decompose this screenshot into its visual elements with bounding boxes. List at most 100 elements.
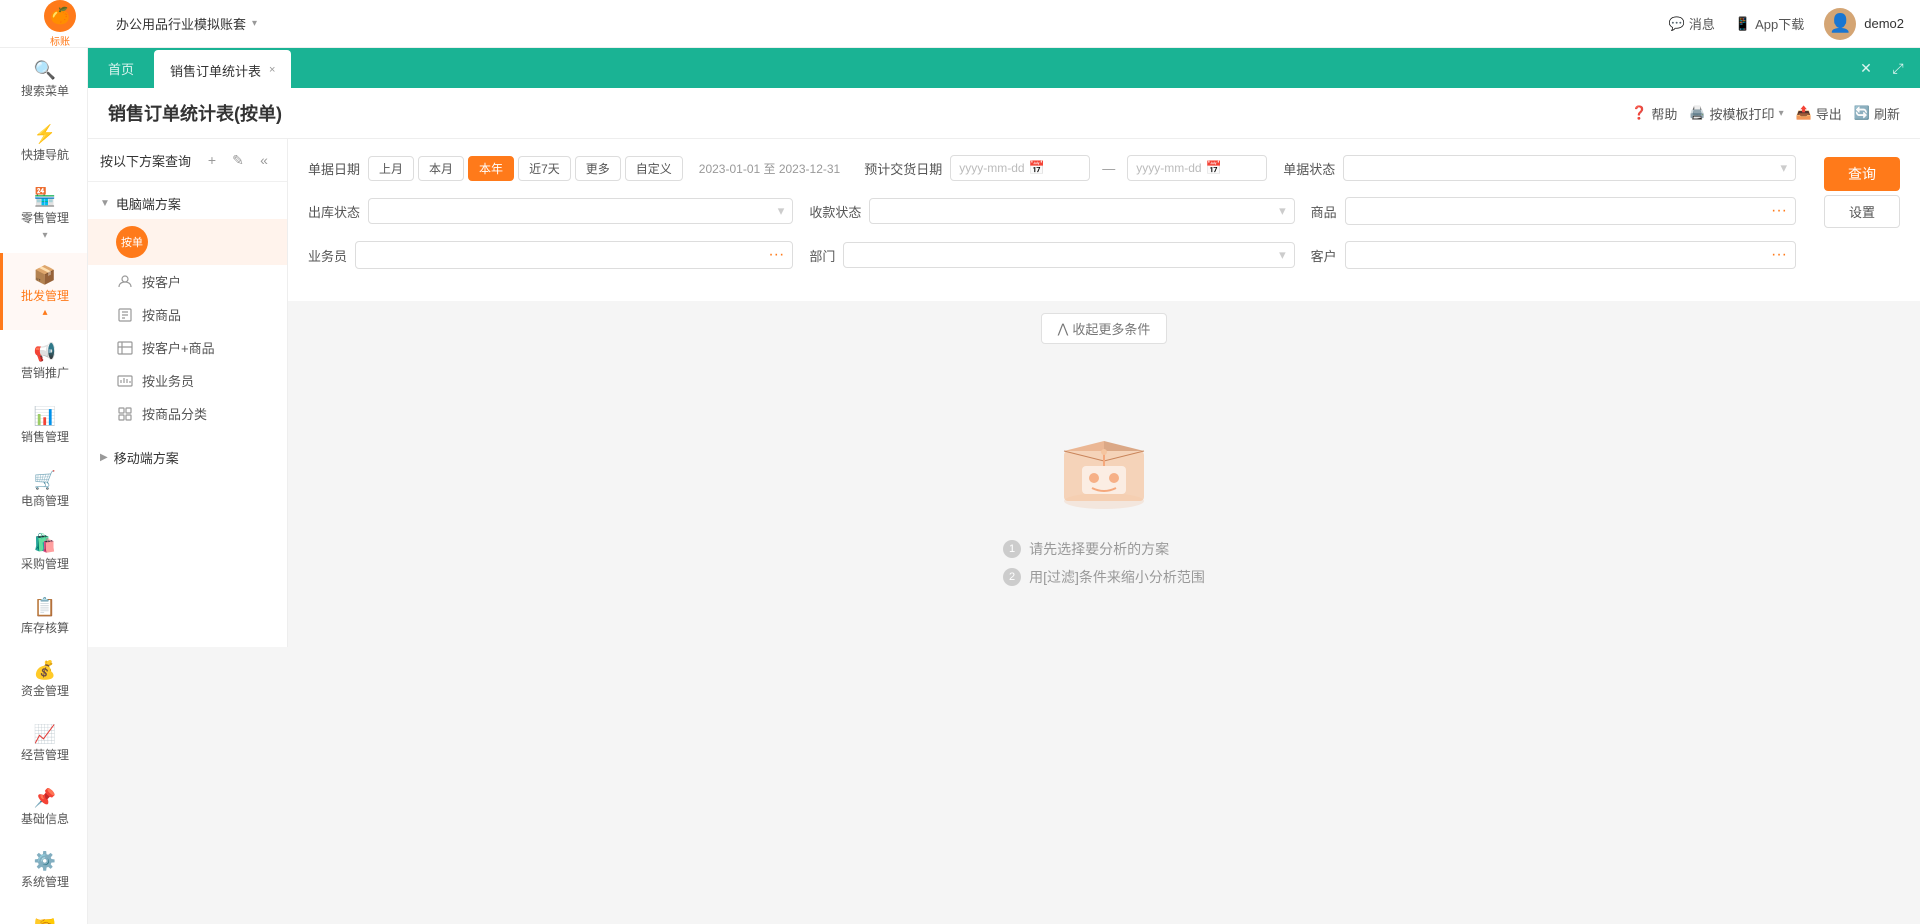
scheme-item-by-cust-prod[interactable]: 按客户+商品 [88,331,287,364]
template-print-btn[interactable]: 🖨️ 按模板打印 ▾ [1689,104,1783,123]
purchase-icon: 🛍️ [34,533,56,554]
operations-icon: 📈 [34,724,56,745]
scheme-panel-header: 按以下方案查询 + ✎ « [88,139,287,182]
message-action[interactable]: 💬 消息 [1669,14,1715,33]
filter-content: 单据日期 上月 本月 本年 近7天 更多 自定义 [288,139,1920,301]
sales-icon: 📊 [34,406,56,427]
scheme-item-by-customer[interactable]: 按客户 [88,265,287,298]
collapse-button[interactable]: ⋀ 收起更多条件 [1041,313,1168,344]
scheme-group-header-desktop[interactable]: ▼ 电脑端方案 [88,188,287,219]
sidebar-item-marketing[interactable]: 📢 营销推广 [0,330,87,394]
avatar: 👤 [1824,8,1856,40]
ship-status-select[interactable]: ▾ [368,198,793,224]
date-range-display: 2023-01-01 至 2023-12-31 [699,160,840,177]
sidebar-item-basic[interactable]: 📌 基础信息 [0,776,87,840]
triangle-icon: ▼ [100,198,110,209]
top-bar: 🍊 标账 办公用品行业模拟账套 ▾ 💬 消息 📱 App下载 👤 demo2 [0,0,1920,48]
cust-prod-scheme-icon [116,339,134,357]
date-btn-this-month[interactable]: 本月 [418,156,464,181]
expand-icon: ▾ [42,230,47,241]
help-btn[interactable]: ❓ 帮助 [1631,104,1677,123]
add-scheme-btn[interactable]: + [201,149,223,171]
tip-num-1: 1 [1003,540,1021,558]
refresh-btn[interactable]: 🔄 刷新 [1854,104,1900,123]
expected-date-start[interactable]: yyyy-mm-dd 📅 [950,155,1090,181]
empty-state: 1 请先选择要分析的方案 2 用[过滤]条件来缩小分析范围 [288,356,1920,647]
sidebar-item-ecommerce[interactable]: 🛒 电商管理 [0,458,87,522]
sidebar-item-purchase[interactable]: 🛍️ 采购管理 [0,521,87,585]
page-content: 销售订单统计表(按单) ❓ 帮助 🖨️ 按模板打印 ▾ 📤 导出 [88,88,1920,924]
edit-scheme-btn[interactable]: ✎ [227,149,249,171]
sidebar-item-enterprise[interactable]: 🤝 企业协同 [0,903,87,924]
date-btn-more[interactable]: 更多 [575,156,621,181]
tab-home[interactable]: 首页 [88,48,154,88]
sidebar-item-inventory[interactable]: 📋 库存核算 [0,585,87,649]
logo-text: 标账 [50,33,70,48]
filter-row-3: 业务员 ··· 部门 [308,241,1796,269]
collapse-scheme-btn[interactable]: « [253,149,275,171]
sidebar-item-shortcuts[interactable]: ⚡ 快捷导航 [0,112,87,176]
scheme-item-by-category[interactable]: 按商品分类 [88,397,287,430]
salesman-select[interactable]: ··· [355,241,793,269]
tab-bar-actions: ✕ ⤢ [1852,54,1920,82]
customer-scheme-icon [116,273,134,291]
print-chevron-icon: ▾ [1779,108,1784,119]
tab-close-btn[interactable]: ✕ [1852,54,1880,82]
active-scheme-icon: 按单 [116,226,148,258]
app-selector-text: 办公用品行业模拟账套 [116,14,246,33]
filter-payment-status: 收款状态 ▾ [809,198,1294,224]
customer-select[interactable]: ··· [1345,241,1796,269]
tab-bar: 首页 销售订单统计表 × ✕ ⤢ [88,48,1920,88]
top-bar-right: 💬 消息 📱 App下载 👤 demo2 [1669,8,1904,40]
date-btn-7days[interactable]: 近7天 [518,156,571,181]
filter-expected-date: 预计交货日期 yyyy-mm-dd 📅 — yyyy-mm-dd [864,155,1267,181]
tab-expand-btn[interactable]: ⤢ [1884,54,1912,82]
scheme-item-by-salesman[interactable]: 按业务员 [88,364,287,397]
sidebar-item-finance[interactable]: 💰 资金管理 [0,648,87,712]
tab-close-icon[interactable]: × [269,64,275,76]
print-icon: 🖨️ [1689,105,1705,121]
message-icon: 💬 [1669,16,1685,32]
scheme-group-header-mobile[interactable]: ▶ 移动端方案 [88,442,287,473]
basic-icon: 📌 [34,788,56,809]
sidebar-item-sales[interactable]: 📊 销售管理 [0,394,87,458]
sidebar-item-wholesale[interactable]: 📦 批发管理 ▴ [0,253,87,331]
logo-area: 🍊 标账 [16,0,104,48]
date-btn-custom[interactable]: 自定义 [625,156,683,181]
sidebar-item-retail[interactable]: 🏪 零售管理 ▾ [0,175,87,253]
date-separator: — [1102,161,1115,176]
sidebar-item-system[interactable]: ⚙️ 系统管理 [0,839,87,903]
date-btn-last-month[interactable]: 上月 [368,156,414,181]
product-select[interactable]: ··· [1345,197,1796,225]
sidebar: 🔍 搜索菜单 ⚡ 快捷导航 🏪 零售管理 ▾ 📦 批发管理 ▴ 📢 营销推广 📊… [0,48,88,924]
settings-button[interactable]: 设置 [1824,195,1900,228]
dept-select[interactable]: ▾ [843,242,1294,268]
calendar-icon: 📅 [1029,160,1045,176]
order-status-select[interactable]: ▾ [1343,155,1796,181]
sidebar-item-search[interactable]: 🔍 搜索菜单 [0,48,87,112]
scheme-item-by-product[interactable]: 按商品 [88,298,287,331]
expected-date-end[interactable]: yyyy-mm-dd 📅 [1127,155,1267,181]
filter-results-area: 单据日期 上月 本月 本年 近7天 更多 自定义 [288,139,1920,647]
query-button[interactable]: 查询 [1824,157,1900,191]
export-btn[interactable]: 📤 导出 [1796,104,1842,123]
tab-current[interactable]: 销售订单统计表 × [154,50,291,90]
product-ellipsis: ··· [1771,202,1787,220]
scheme-panel: 按以下方案查询 + ✎ « ▼ 电脑端方案 [88,139,288,647]
help-icon: ❓ [1631,105,1647,121]
scheme-item-by-order[interactable]: 按单 [88,219,287,265]
inventory-icon: 📋 [34,597,56,618]
user-menu[interactable]: 👤 demo2 [1824,8,1904,40]
salesman-ellipsis: ··· [768,246,784,264]
payment-status-select[interactable]: ▾ [869,198,1294,224]
page-title: 销售订单统计表(按单) [108,100,282,138]
app-selector[interactable]: 办公用品行业模拟账套 ▾ [104,10,269,37]
date-btn-this-year[interactable]: 本年 [468,156,514,181]
sidebar-item-operations[interactable]: 📈 经营管理 [0,712,87,776]
chevron-dept-icon: ▾ [1279,247,1286,263]
filter-order-status: 单据状态 ▾ [1283,155,1796,181]
filter-fields: 单据日期 上月 本月 本年 近7天 更多 自定义 [308,155,1796,285]
salesman-scheme-icon [116,372,134,390]
app-download-action[interactable]: 📱 App下载 [1735,14,1804,33]
chevron-ship-icon: ▾ [778,203,785,219]
